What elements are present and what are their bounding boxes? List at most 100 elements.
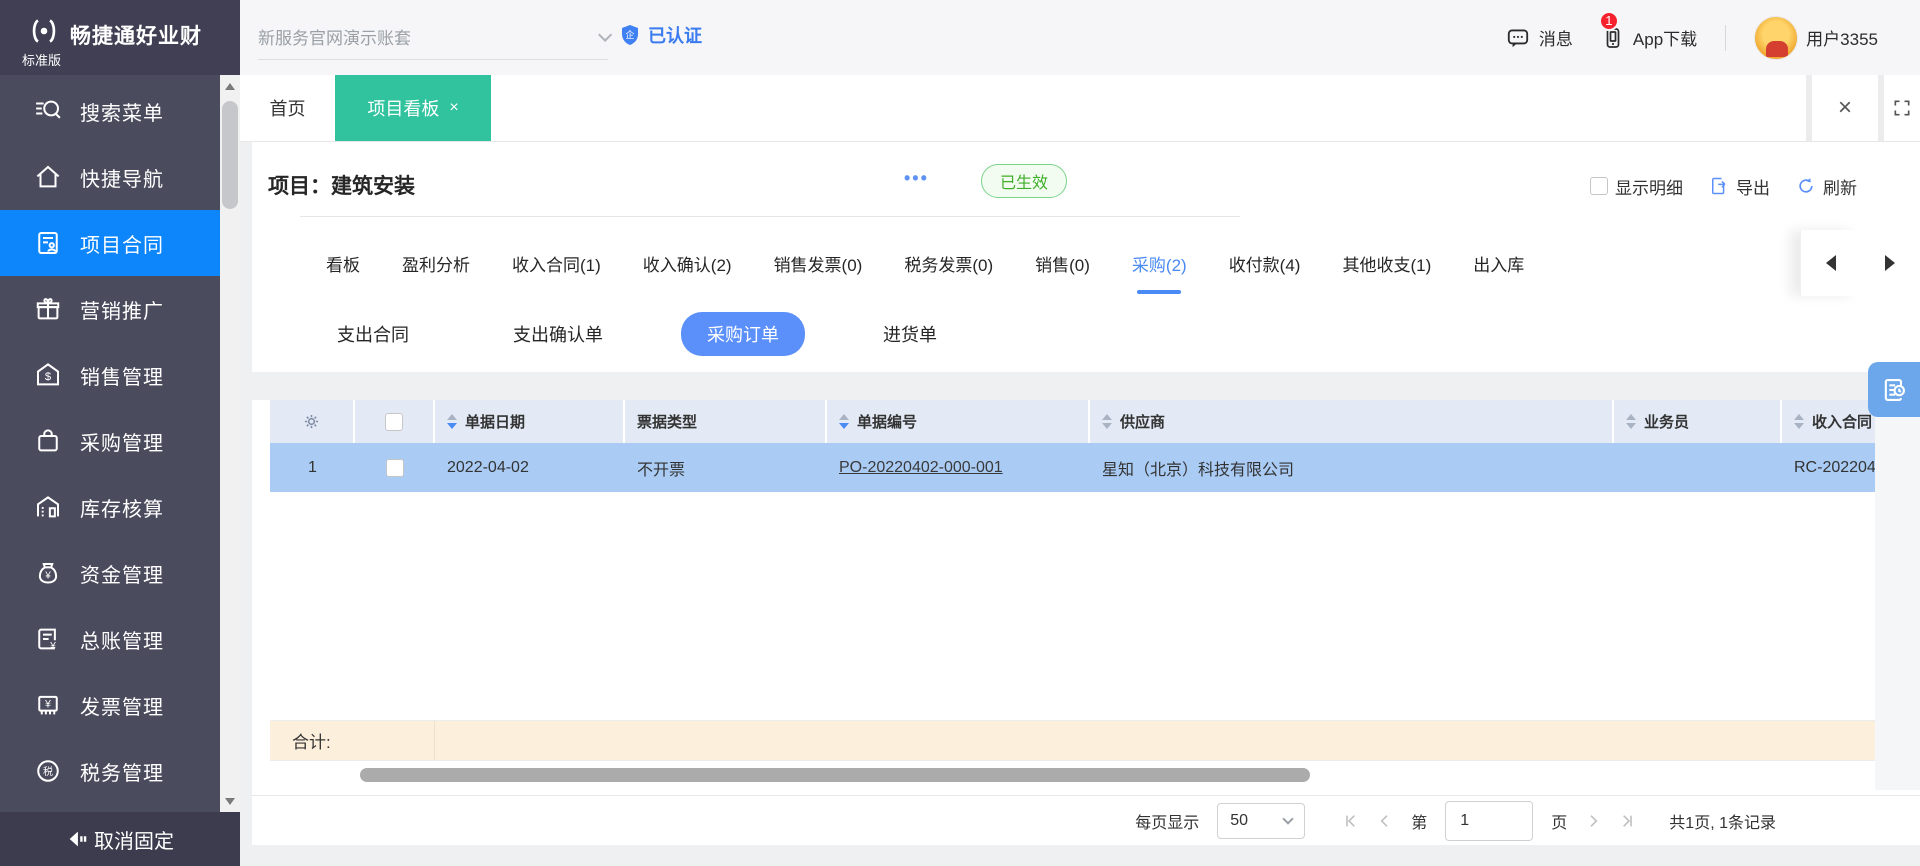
prev-page-button[interactable]: [1377, 813, 1393, 829]
per-page-select[interactable]: 50: [1217, 802, 1306, 839]
column-settings[interactable]: [270, 400, 355, 443]
sidebar-item-purchase[interactable]: 采购管理: [0, 408, 220, 474]
sidebar-item-ledger[interactable]: ¥ 总账管理: [0, 606, 220, 672]
tabs-scroll-left-button[interactable]: [1800, 230, 1860, 296]
tab-income-confirm[interactable]: 收入确认(2): [643, 230, 732, 296]
export-icon: [1712, 177, 1726, 195]
tab-receipts-payments[interactable]: 收付款(4): [1229, 230, 1301, 296]
floating-doc-button[interactable]: [1868, 362, 1920, 417]
select-all-checkbox[interactable]: [385, 412, 403, 431]
subtab-expense-confirm[interactable]: 支出确认单: [487, 312, 629, 356]
sidebar-item-funds[interactable]: ¥ 资金管理: [0, 540, 220, 606]
horizontal-scrollbar-thumb[interactable]: [360, 768, 1310, 782]
tab-tax-invoice[interactable]: 税务发票(0): [904, 230, 993, 296]
tab-other-income-expense[interactable]: 其他收支(1): [1342, 230, 1431, 296]
subtab-goods-receipt[interactable]: 进货单: [857, 312, 963, 356]
sidebar-scrollbar-thumb[interactable]: [222, 101, 238, 209]
scroll-down-arrow-icon[interactable]: [220, 790, 240, 812]
tab-sales[interactable]: 销售(0): [1035, 230, 1090, 296]
svg-text:¥: ¥: [49, 641, 56, 652]
project-label: 项目：: [268, 175, 331, 198]
app-download-button[interactable]: App下载: [1601, 25, 1697, 50]
tab-board[interactable]: 看板: [326, 230, 360, 296]
close-all-tabs-button[interactable]: [1812, 75, 1878, 141]
subtab-purchase-order[interactable]: 采购订单: [681, 312, 805, 356]
sort-icon[interactable]: [839, 414, 849, 429]
table-panel: 单据日期 票据类型 单据编号 供应商 业务员 收入合同 1 2022-04-02…: [252, 400, 1920, 845]
tabs-scroll-right-button[interactable]: [1860, 230, 1920, 296]
subtab-expense-contract[interactable]: 支出合同: [311, 312, 435, 356]
sidebar-item-quick-nav[interactable]: 快捷导航: [0, 144, 220, 210]
total-values: [435, 721, 1875, 760]
fullscreen-button[interactable]: [1884, 75, 1920, 141]
table-row[interactable]: 1 2022-04-02 不开票 PO-20220402-000-001 星知（…: [270, 443, 1875, 492]
tab-scroll-arrows: [1800, 230, 1920, 296]
tab-close-icon[interactable]: ×: [449, 100, 458, 116]
sidebar-item-label: 发票管理: [80, 696, 164, 719]
column-ticket-type[interactable]: 票据类型: [625, 400, 827, 443]
topbar: 新服务官网演示账套 企 已认证 消息 1 App下载 用户3355: [240, 0, 1920, 75]
sidebar-item-marketing[interactable]: 营销推广: [0, 276, 220, 342]
row-checkbox[interactable]: [386, 458, 404, 477]
last-page-button[interactable]: [1619, 813, 1635, 829]
column-income-contract[interactable]: 收入合同: [1782, 400, 1875, 443]
first-page-button[interactable]: [1343, 813, 1359, 829]
project-contract-icon: [38, 232, 58, 254]
sort-icon[interactable]: [1102, 414, 1112, 429]
page-number-input[interactable]: [1445, 800, 1534, 841]
scroll-up-arrow-icon[interactable]: [220, 75, 240, 97]
show-detail-toggle[interactable]: 显示明细: [1590, 174, 1683, 199]
tab-income-contract[interactable]: 收入合同(1): [512, 230, 601, 296]
export-button[interactable]: 导出: [1709, 174, 1770, 199]
purchase-order-table: 单据日期 票据类型 单据编号 供应商 业务员 收入合同 1 2022-04-02…: [270, 400, 1875, 492]
show-detail-checkbox[interactable]: [1590, 177, 1608, 195]
column-doc-no[interactable]: 单据编号: [827, 400, 1090, 443]
tab-profit-analysis[interactable]: 盈利分析: [402, 230, 470, 296]
svg-text:$: $: [45, 371, 52, 383]
cell-supplier: 星知（北京）科技有限公司: [1102, 461, 1295, 479]
project-panel: 项目：建筑安装 ••• 已生效 显示明细 导出 刷新 看板 盈利分析 收入合同(…: [252, 142, 1920, 372]
tab-home[interactable]: 首页: [240, 75, 335, 141]
page-title: 项目：建筑安装: [268, 170, 415, 200]
account-selector[interactable]: 新服务官网演示账套: [258, 14, 613, 60]
messages-count-badge: 1: [1598, 10, 1619, 31]
tab-project-board[interactable]: 项目看板 ×: [335, 75, 491, 141]
pagination-summary: 共1页, 1条记录: [1669, 814, 1776, 832]
shield-icon: 企: [622, 25, 638, 45]
verified-badge[interactable]: 企 已认证: [618, 22, 702, 48]
messages-label: 消息: [1538, 30, 1573, 49]
sort-icon[interactable]: [1626, 414, 1636, 429]
sort-icon[interactable]: [1794, 414, 1804, 429]
sidebar-item-search-menu[interactable]: 搜索菜单: [0, 78, 220, 144]
more-actions-button[interactable]: •••: [904, 168, 929, 189]
messages-button[interactable]: 消息 1: [1505, 10, 1619, 51]
sidebar-item-sales[interactable]: $ 销售管理: [0, 342, 220, 408]
first-page-icon: [1346, 814, 1356, 827]
table-right-gutter: [1875, 400, 1920, 790]
svg-text:税: 税: [43, 765, 53, 778]
sidebar-item-invoice[interactable]: ¥ 发票管理: [0, 672, 220, 738]
refresh-button[interactable]: 刷新: [1796, 174, 1857, 199]
sidebar-menu: 搜索菜单 快捷导航 项目合同 营销推广 $ 销售管理 采购管理 库存核算 ¥ 资…: [0, 78, 220, 804]
tab-stock-in-out[interactable]: 出入库: [1473, 230, 1524, 296]
sort-icon[interactable]: [447, 414, 457, 429]
refresh-label: 刷新: [1823, 178, 1857, 198]
sidebar-item-label: 资金管理: [80, 564, 164, 587]
project-header: 项目：建筑安装 ••• 已生效 显示明细 导出 刷新: [252, 142, 1920, 230]
app-download-label: App下载: [1632, 30, 1698, 49]
doc-no-link[interactable]: PO-20220402-000-001: [839, 459, 1003, 476]
column-supplier[interactable]: 供应商: [1090, 400, 1614, 443]
tab-sales-invoice[interactable]: 销售发票(0): [774, 230, 863, 296]
next-page-button[interactable]: [1585, 813, 1601, 829]
column-doc-date[interactable]: 单据日期: [435, 400, 625, 443]
next-page-icon: [1590, 814, 1598, 827]
sidebar-item-project-contract[interactable]: 项目合同: [0, 210, 220, 276]
project-name[interactable]: 建筑安装: [331, 175, 415, 198]
column-salesperson[interactable]: 业务员: [1614, 400, 1782, 443]
user-menu[interactable]: 用户3355: [1754, 15, 1878, 60]
sidebar-item-tax[interactable]: 税 税务管理: [0, 738, 220, 804]
unpin-sidebar-button[interactable]: 取消固定: [0, 812, 240, 866]
sidebar-item-inventory[interactable]: 库存核算: [0, 474, 220, 540]
sidebar-item-label: 采购管理: [80, 432, 164, 455]
tab-purchase[interactable]: 采购(2): [1132, 230, 1187, 296]
